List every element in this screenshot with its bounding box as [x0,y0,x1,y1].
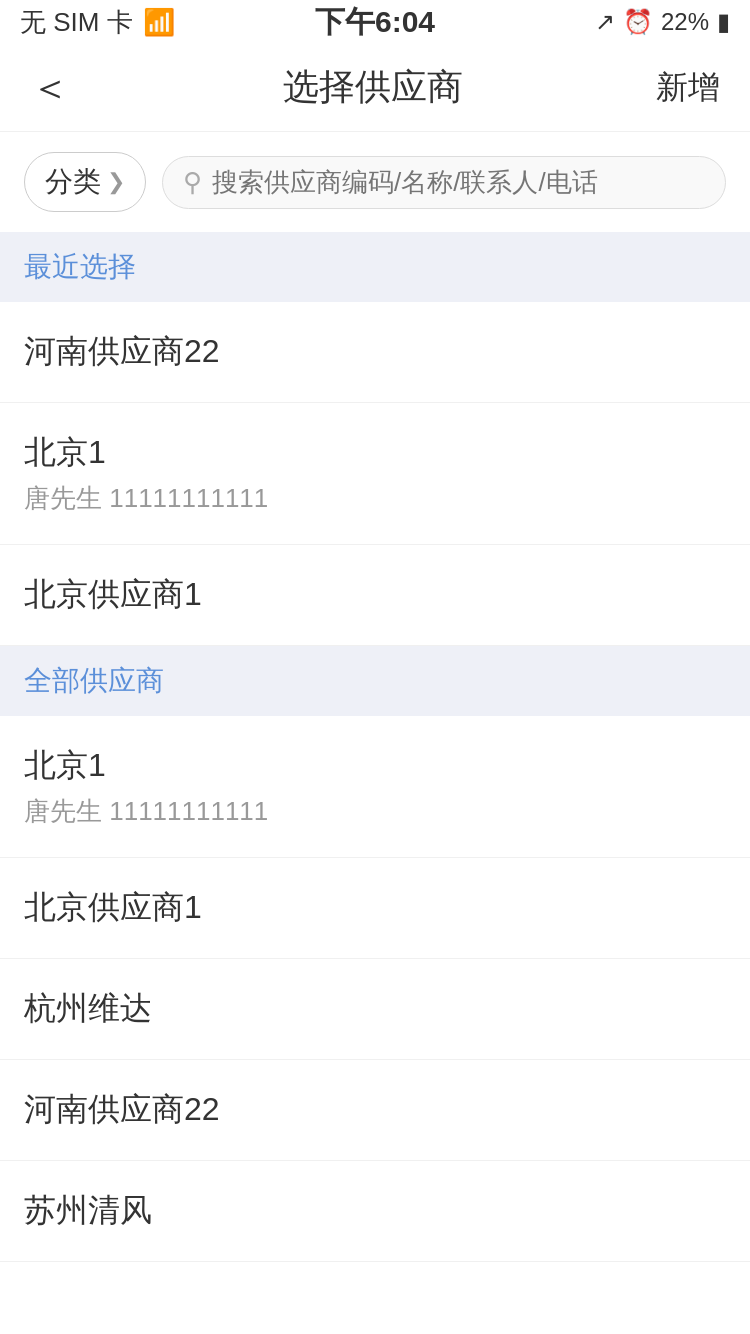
page-title: 选择供应商 [283,63,463,112]
item-name: 苏州清风 [24,1189,726,1233]
item-name: 河南供应商22 [24,1088,726,1132]
list-item[interactable]: 河南供应商22 [0,1060,750,1161]
location-icon: ↗ [595,8,615,36]
category-label: 分类 [45,163,101,201]
list-item[interactable]: 北京1 唐先生 11111111111 [0,403,750,545]
item-name: 北京1 [24,744,726,788]
item-sub: 唐先生 11111111111 [24,481,726,516]
all-items-list: 北京1 唐先生 11111111111 北京供应商1 杭州维达 河南供应商22 … [0,716,750,1262]
status-bar: 无 SIM 卡 📶 下午6:04 ↗ ⏰ 22% ▮ [0,0,750,44]
back-button[interactable]: ＜ [30,60,90,115]
list-item[interactable]: 北京供应商1 [0,545,750,646]
carrier-text: 无 SIM 卡 [20,5,133,40]
category-filter-button[interactable]: 分类 ❯ [24,152,146,212]
item-name: 杭州维达 [24,987,726,1031]
alarm-icon: ⏰ [623,8,653,36]
list-item[interactable]: 北京1 唐先生 11111111111 [0,716,750,858]
status-right: ↗ ⏰ 22% ▮ [595,8,730,36]
search-icon: ⚲ [183,167,202,198]
filter-bar: 分类 ❯ ⚲ [0,132,750,232]
item-name: 河南供应商22 [24,330,726,374]
all-section-header: 全部供应商 [0,646,750,716]
list-item[interactable]: 杭州维达 [0,959,750,1060]
list-item[interactable]: 苏州清风 [0,1161,750,1262]
recent-items-list: 河南供应商22 北京1 唐先生 11111111111 北京供应商1 [0,302,750,646]
chevron-right-icon: ❯ [107,169,125,195]
list-item[interactable]: 河南供应商22 [0,302,750,403]
item-name: 北京供应商1 [24,886,726,930]
battery-text: 22% [661,8,709,36]
search-input[interactable] [212,167,705,198]
list-item[interactable]: 北京供应商1 [0,858,750,959]
status-time: 下午6:04 [315,2,435,43]
add-button[interactable]: 新增 [656,66,720,110]
status-left: 无 SIM 卡 📶 [20,5,175,40]
recent-section-header: 最近选择 [0,232,750,302]
item-name: 北京供应商1 [24,573,726,617]
item-sub: 唐先生 11111111111 [24,794,726,829]
nav-bar: ＜ 选择供应商 新增 [0,44,750,132]
search-box[interactable]: ⚲ [162,156,726,209]
wifi-icon: 📶 [143,7,175,38]
battery-icon: ▮ [717,8,730,36]
item-name: 北京1 [24,431,726,475]
